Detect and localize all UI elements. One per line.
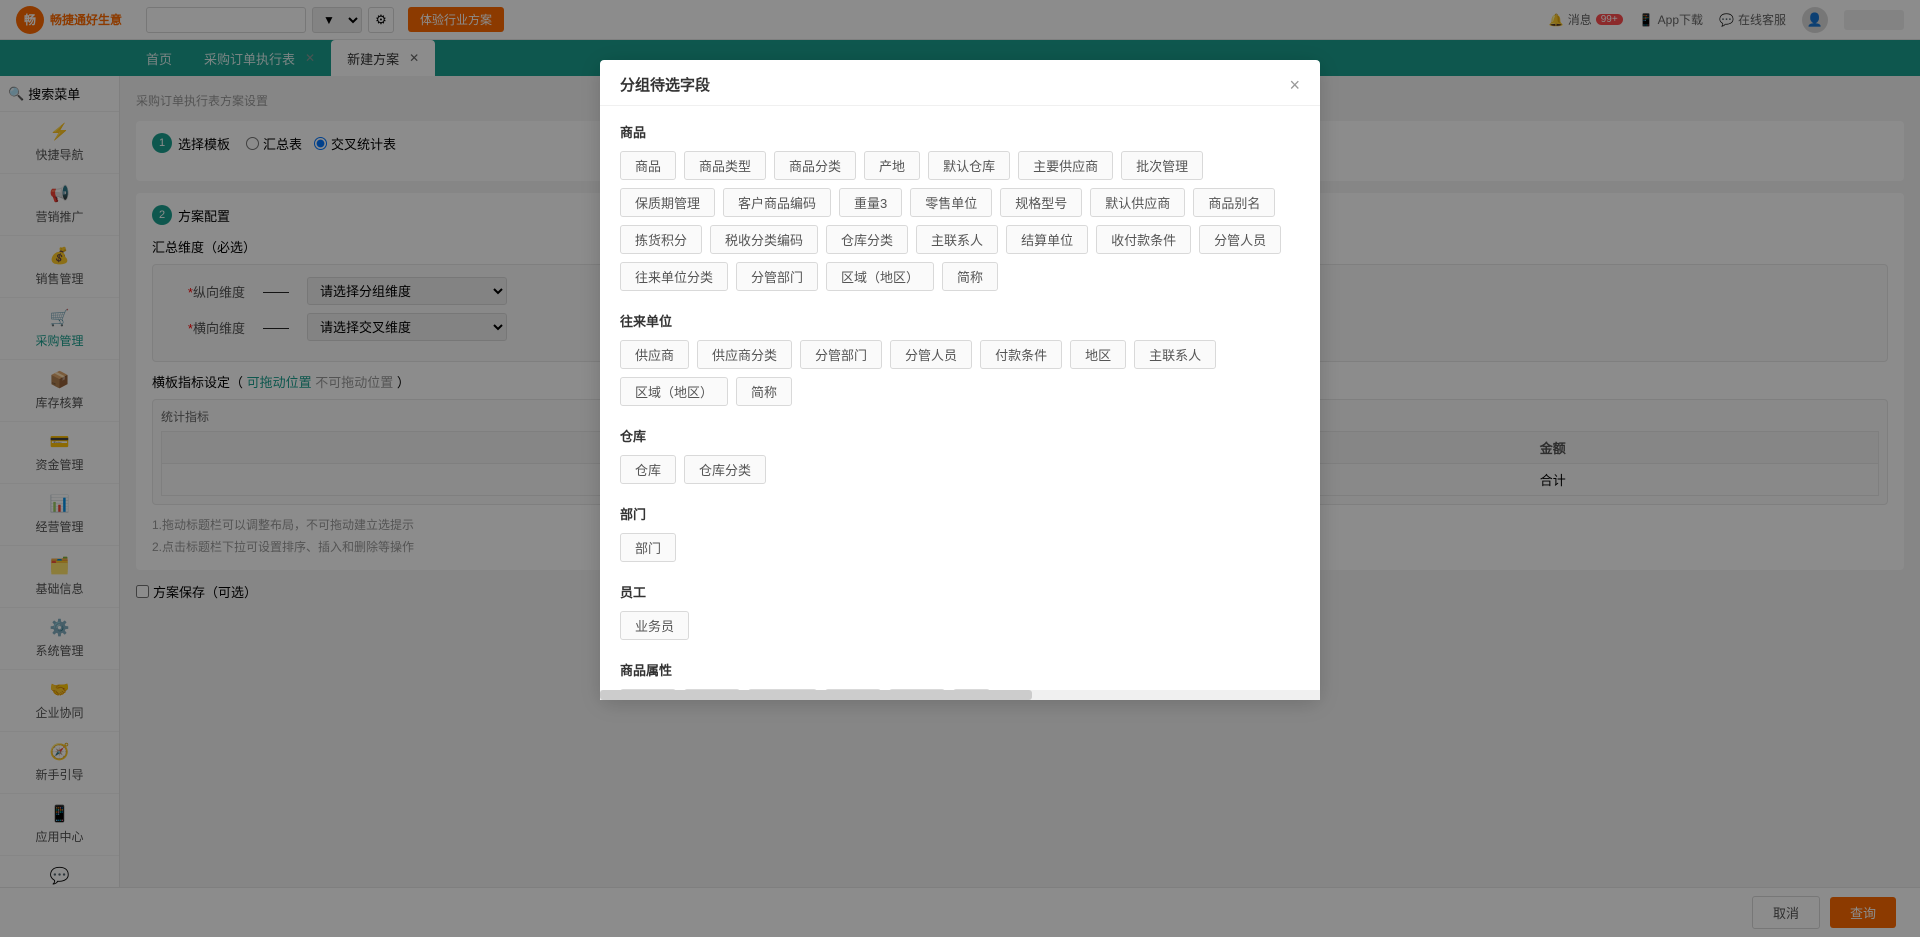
field-group-goods: 商品 商品 商品类型 商品分类 产地 默认仓库 主要供应商 批次管理 保质期管理… [620, 122, 1300, 291]
field-tag[interactable]: 结算单位 [1006, 225, 1088, 254]
field-tags-partner: 供应商 供应商分类 分管部门 分管人员 付款条件 地区 主联系人 区域（地区） … [620, 340, 1300, 406]
field-tag[interactable]: 收付款条件 [1096, 225, 1191, 254]
field-tag[interactable]: 分管人员 [1199, 225, 1281, 254]
field-tag[interactable]: 付款条件 [980, 340, 1062, 369]
field-tag[interactable]: 零售单位 [910, 188, 992, 217]
field-tag[interactable]: 主联系人 [916, 225, 998, 254]
modal-title: 分组待选字段 [620, 74, 710, 95]
modal-header: 分组待选字段 × [600, 60, 1320, 106]
field-tag[interactable]: 仓库分类 [826, 225, 908, 254]
field-tag[interactable]: 保质期管理 [620, 188, 715, 217]
field-tag[interactable]: 客户商品编码 [723, 188, 831, 217]
field-tag[interactable]: 商品分类 [774, 151, 856, 180]
modal-overlay: 分组待选字段 × 商品 商品 商品类型 商品分类 产地 默认仓库 主要供应商 批… [0, 0, 1920, 937]
field-tag[interactable]: 批次管理 [1121, 151, 1203, 180]
field-tag[interactable]: 区域（地区） [620, 377, 728, 406]
modal-close-button[interactable]: × [1289, 76, 1300, 94]
field-tag[interactable]: 简称 [736, 377, 792, 406]
field-tag[interactable]: 简称 [942, 262, 998, 291]
field-tag[interactable]: 分管部门 [736, 262, 818, 291]
field-tag[interactable]: 分管人员 [890, 340, 972, 369]
field-group-product-attr: 商品属性 属性 颜色 多规格 尺码 鞋码 1 [620, 660, 1300, 690]
field-tag[interactable]: 主联系人 [1134, 340, 1216, 369]
field-tag[interactable]: 商品别名 [1193, 188, 1275, 217]
field-group-goods-title: 商品 [620, 122, 1300, 141]
modal-dialog: 分组待选字段 × 商品 商品 商品类型 商品分类 产地 默认仓库 主要供应商 批… [600, 60, 1320, 700]
modal-hscroll[interactable] [600, 690, 1320, 700]
field-tag[interactable]: 地区 [1070, 340, 1126, 369]
field-tags-employee: 业务员 [620, 611, 1300, 640]
field-tag[interactable]: 往来单位分类 [620, 262, 728, 291]
field-tag[interactable]: 产地 [864, 151, 920, 180]
modal-body: 商品 商品 商品类型 商品分类 产地 默认仓库 主要供应商 批次管理 保质期管理… [600, 106, 1320, 690]
field-tag[interactable]: 区域（地区） [826, 262, 934, 291]
field-group-employee: 员工 业务员 [620, 582, 1300, 640]
field-tags-goods: 商品 商品类型 商品分类 产地 默认仓库 主要供应商 批次管理 保质期管理 客户… [620, 151, 1300, 291]
field-tag[interactable]: 供应商 [620, 340, 689, 369]
field-tag[interactable]: 商品 [620, 151, 676, 180]
field-tag[interactable]: 重量3 [839, 188, 902, 217]
field-tag[interactable]: 主要供应商 [1018, 151, 1113, 180]
field-group-department-title: 部门 [620, 504, 1300, 523]
field-tag[interactable]: 默认仓库 [928, 151, 1010, 180]
field-group-partner-title: 往来单位 [620, 311, 1300, 330]
field-tag[interactable]: 仓库分类 [684, 455, 766, 484]
field-tag[interactable]: 税收分类编码 [710, 225, 818, 254]
field-group-product-attr-title: 商品属性 [620, 660, 1300, 679]
field-tag[interactable]: 仓库 [620, 455, 676, 484]
field-tag[interactable]: 业务员 [620, 611, 689, 640]
field-group-warehouse: 仓库 仓库 仓库分类 [620, 426, 1300, 484]
field-group-department: 部门 部门 [620, 504, 1300, 562]
field-tag[interactable]: 分管部门 [800, 340, 882, 369]
field-tag[interactable]: 默认供应商 [1090, 188, 1185, 217]
field-group-employee-title: 员工 [620, 582, 1300, 601]
field-tags-warehouse: 仓库 仓库分类 [620, 455, 1300, 484]
field-tag[interactable]: 部门 [620, 533, 676, 562]
field-group-partner: 往来单位 供应商 供应商分类 分管部门 分管人员 付款条件 地区 主联系人 区域… [620, 311, 1300, 406]
field-tag[interactable]: 规格型号 [1000, 188, 1082, 217]
modal-hscroll-thumb [600, 690, 1032, 700]
field-tags-department: 部门 [620, 533, 1300, 562]
field-group-warehouse-title: 仓库 [620, 426, 1300, 445]
field-tag[interactable]: 供应商分类 [697, 340, 792, 369]
field-tag[interactable]: 拣货积分 [620, 225, 702, 254]
field-tag[interactable]: 商品类型 [684, 151, 766, 180]
